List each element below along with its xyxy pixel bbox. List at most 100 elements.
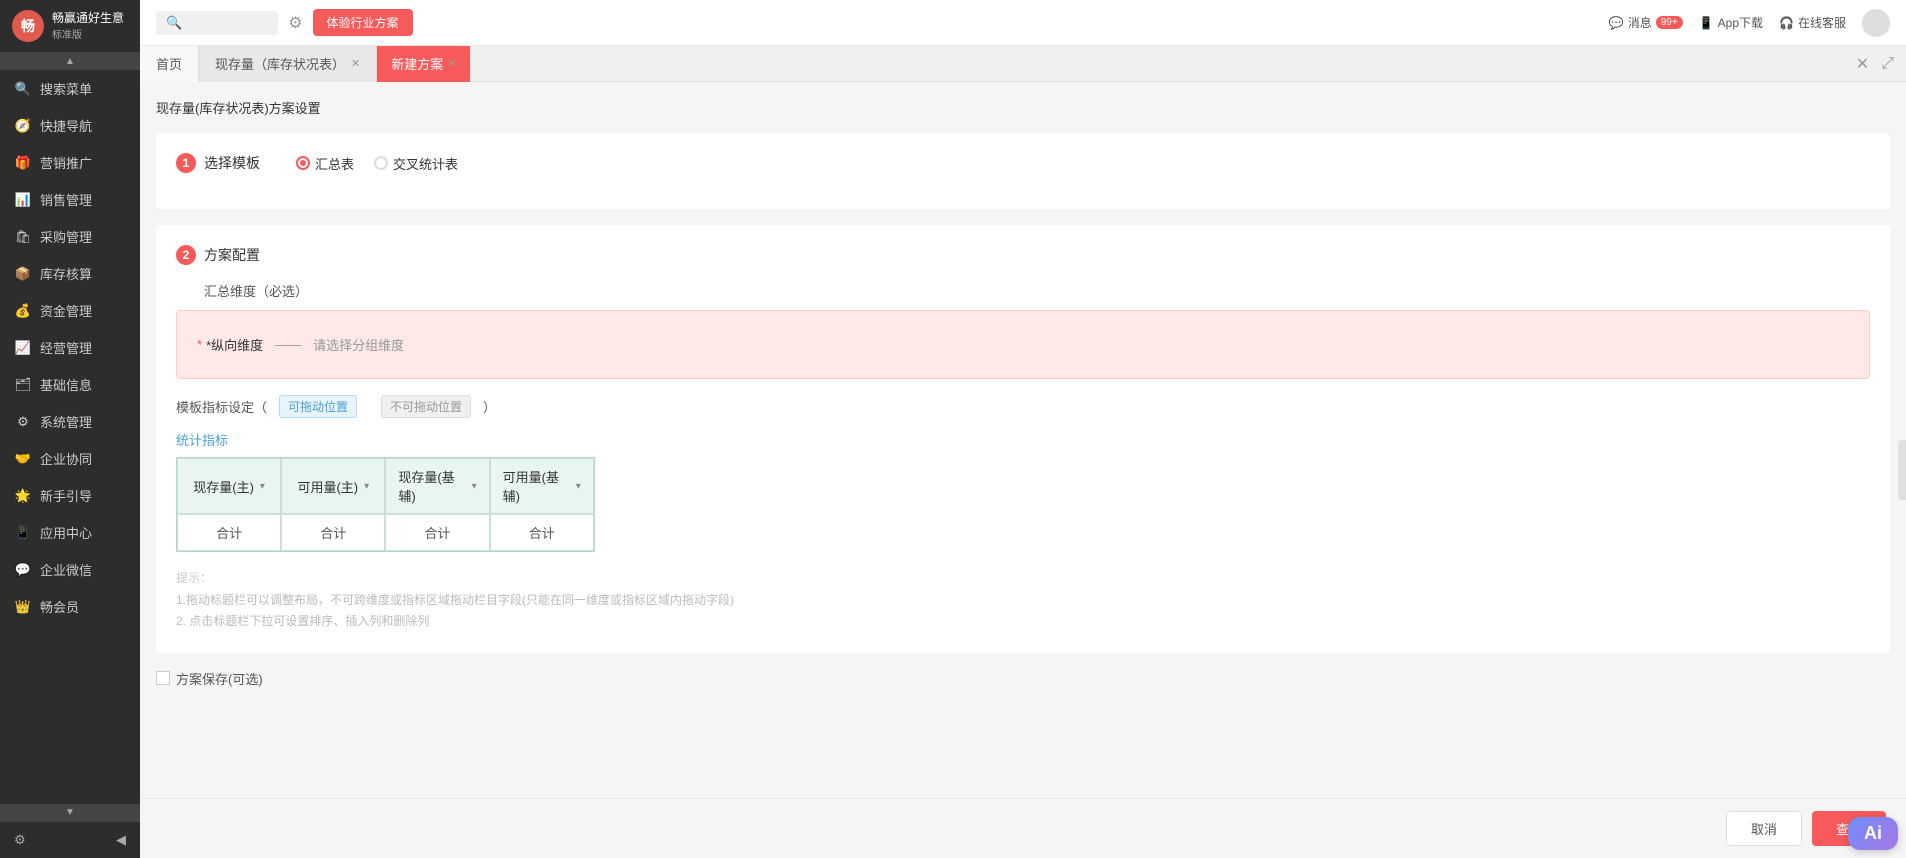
save-option-row: 方案保存(可选) xyxy=(156,669,1890,688)
non-draggable-tag: 不可拖动位置 xyxy=(381,395,471,418)
cooperation-icon: 🤝 xyxy=(14,450,32,468)
message-item[interactable]: 💬 消息 99+ xyxy=(1609,14,1683,31)
step1-header: 1 选择模板 汇总表 交叉统计表 xyxy=(176,153,1870,173)
tip-1: 1.拖动标题栏可以调整布局，不可跨维度或指标区域拖动栏目字段(只能在同一维度或指… xyxy=(176,590,1870,612)
search-input[interactable] xyxy=(188,16,268,30)
inventory-status-tab-close[interactable]: ✕ xyxy=(351,57,360,70)
sidebar-scroll-down[interactable]: ▼ xyxy=(0,804,140,821)
minimize-icon[interactable]: ✕ xyxy=(1852,50,1873,78)
footer-spacer xyxy=(156,700,1890,760)
radio-summary-dot xyxy=(296,156,310,170)
radio-summary[interactable]: 汇总表 xyxy=(296,154,354,173)
indicator-setting-prefix: 模板指标设定（ xyxy=(176,397,267,416)
stats-col-2-label: 可用量(主) xyxy=(297,477,358,496)
sidebar-label-cooperation: 企业协同 xyxy=(40,449,92,468)
aggregate-label: 汇总维度（必选） xyxy=(204,281,1870,300)
tabs-bar: 首页 现存量（库存状况表） ✕ 新建方案 ✕ ✕ ⤢ xyxy=(140,46,1906,82)
radio-crosstab-dot xyxy=(374,156,388,170)
sidebar-item-system[interactable]: ⚙ 系统管理 xyxy=(0,403,140,440)
sidebar-item-search[interactable]: 🔍 搜索菜单 xyxy=(0,70,140,107)
sidebar-item-basic[interactable]: 🗂 基础信息 xyxy=(0,366,140,403)
sidebar-label-marketing: 营销推广 xyxy=(40,153,92,172)
stats-col-4-chevron[interactable]: ▾ xyxy=(576,481,581,492)
collapse-footer-icon[interactable]: ◀ xyxy=(116,832,126,848)
topbar-search-box[interactable]: 🔍 xyxy=(156,11,278,35)
sidebar-item-guide[interactable]: 🌟 新手引导 xyxy=(0,477,140,514)
tab-inventory-status[interactable]: 现存量（库存状况表） ✕ xyxy=(199,46,377,82)
message-label: 消息 xyxy=(1628,14,1652,31)
step2-header: 2 方案配置 xyxy=(176,245,1870,265)
tab-home[interactable]: 首页 xyxy=(140,46,199,82)
maximize-icon[interactable]: ⤢ xyxy=(1877,51,1898,77)
headset-icon: 🎧 xyxy=(1779,16,1794,30)
sidebar-label-inventory: 库存核算 xyxy=(40,264,92,283)
sidebar-item-operation[interactable]: 📈 经营管理 xyxy=(0,329,140,366)
sidebar-item-finance[interactable]: 💰 资金管理 xyxy=(0,292,140,329)
apps-icon: 📱 xyxy=(14,524,32,542)
sidebar-item-apps[interactable]: 📱 应用中心 xyxy=(0,514,140,551)
sidebar-footer: ⚙ ◀ xyxy=(0,821,140,858)
stats-col-1-label: 现存量(主) xyxy=(193,477,254,496)
stats-col-3-chevron[interactable]: ▾ xyxy=(472,481,477,492)
cancel-button[interactable]: 取消 xyxy=(1726,811,1802,846)
sidebar-item-cooperation[interactable]: 🤝 企业协同 xyxy=(0,440,140,477)
stats-col-1-chevron[interactable]: ▾ xyxy=(260,481,265,492)
radio-crosstab-label: 交叉统计表 xyxy=(393,154,458,173)
radio-crosstab[interactable]: 交叉统计表 xyxy=(374,154,458,173)
sidebar-item-inventory[interactable]: 📦 库存核算 xyxy=(0,255,140,292)
stats-col-2-header[interactable]: 可用量(主) ▾ xyxy=(281,458,385,514)
settings-footer-icon[interactable]: ⚙ xyxy=(14,832,26,848)
dimension-box[interactable]: * *纵向维度 —— 请选择分组维度 xyxy=(176,310,1870,379)
right-scroll-handle[interactable] xyxy=(1898,440,1906,500)
online-service-item[interactable]: 🎧 在线客服 xyxy=(1779,14,1846,31)
template-options: 汇总表 交叉统计表 xyxy=(296,154,458,173)
stats-section: 统计指标 现存量(主) ▾ 可用量(主) ▾ 现存量(基辅) xyxy=(176,430,1870,552)
indicator-setting-row: 模板指标设定（ 可拖动位置 不可拖动位置 ） xyxy=(176,395,1870,418)
trial-industry-button[interactable]: 体验行业方案 xyxy=(313,9,413,36)
marketing-icon: 🎁 xyxy=(14,154,32,172)
save-checkbox[interactable] xyxy=(156,671,170,685)
dimension-label: *纵向维度 xyxy=(206,335,263,354)
brand-logo: 畅 xyxy=(12,10,44,42)
sidebar-label-system: 系统管理 xyxy=(40,412,92,431)
stats-col-1-data: 合计 xyxy=(177,514,281,551)
topbar-right: 💬 消息 99+ 📱 App下载 🎧 在线客服 xyxy=(1609,9,1890,37)
message-badge: 99+ xyxy=(1656,16,1683,29)
sidebar-scroll-up[interactable]: ▲ xyxy=(0,53,140,70)
step1-title: 选择模板 xyxy=(204,153,260,173)
ai-badge[interactable]: Ai xyxy=(1848,817,1898,850)
basic-icon: 🗂 xyxy=(14,376,32,394)
stats-col-1-header[interactable]: 现存量(主) ▾ xyxy=(177,458,281,514)
sidebar-item-member[interactable]: 👑 畅会员 xyxy=(0,588,140,625)
new-plan-tab-close[interactable]: ✕ xyxy=(447,57,456,70)
user-avatar[interactable] xyxy=(1862,9,1890,37)
stats-col-3-header[interactable]: 现存量(基辅) ▾ xyxy=(385,458,489,514)
sidebar-label-wechat: 企业微信 xyxy=(40,560,92,579)
stats-col-4-header[interactable]: 可用量(基辅) ▾ xyxy=(490,458,594,514)
sidebar-label-operation: 经营管理 xyxy=(40,338,92,357)
app-download-item[interactable]: 📱 App下载 xyxy=(1699,14,1763,31)
sidebar-label-sales: 销售管理 xyxy=(40,190,92,209)
wechat-icon: 💬 xyxy=(14,561,32,579)
stats-col-4-label: 可用量(基辅) xyxy=(503,467,570,505)
topbar-gear-icon[interactable]: ⚙ xyxy=(288,13,302,33)
step2-title: 方案配置 xyxy=(204,245,260,265)
shortcut-icon: 🧭 xyxy=(14,117,32,135)
stats-data-row: 合计 合计 合计 合计 xyxy=(177,514,594,551)
operation-icon: 📈 xyxy=(14,339,32,357)
tips-section: 提示： 1.拖动标题栏可以调整布局，不可跨维度或指标区域拖动栏目字段(只能在同一… xyxy=(176,568,1870,633)
sidebar-item-purchase[interactable]: 🛍 采购管理 xyxy=(0,218,140,255)
guide-icon: 🌟 xyxy=(14,487,32,505)
brand-area: 畅 畅赢通好生意 标准版 xyxy=(0,0,140,53)
stats-col-2-chevron[interactable]: ▾ xyxy=(364,481,369,492)
sidebar-item-shortcut[interactable]: 🧭 快捷导航 xyxy=(0,107,140,144)
tab-new-plan[interactable]: 新建方案 ✕ xyxy=(377,46,470,82)
search-menu-icon: 🔍 xyxy=(14,80,32,98)
sidebar-item-marketing[interactable]: 🎁 营销推广 xyxy=(0,144,140,181)
sidebar-item-sales[interactable]: 📊 销售管理 xyxy=(0,181,140,218)
sidebar: 畅 畅赢通好生意 标准版 ▲ 🔍 搜索菜单 🧭 快捷导航 🎁 营销推广 📊 销售… xyxy=(0,0,140,858)
sidebar-item-wechat[interactable]: 💬 企业微信 xyxy=(0,551,140,588)
sidebar-label-search: 搜索菜单 xyxy=(40,79,92,98)
finance-icon: 💰 xyxy=(14,302,32,320)
page-title: 现存量(库存状况表)方案设置 xyxy=(156,98,1890,117)
